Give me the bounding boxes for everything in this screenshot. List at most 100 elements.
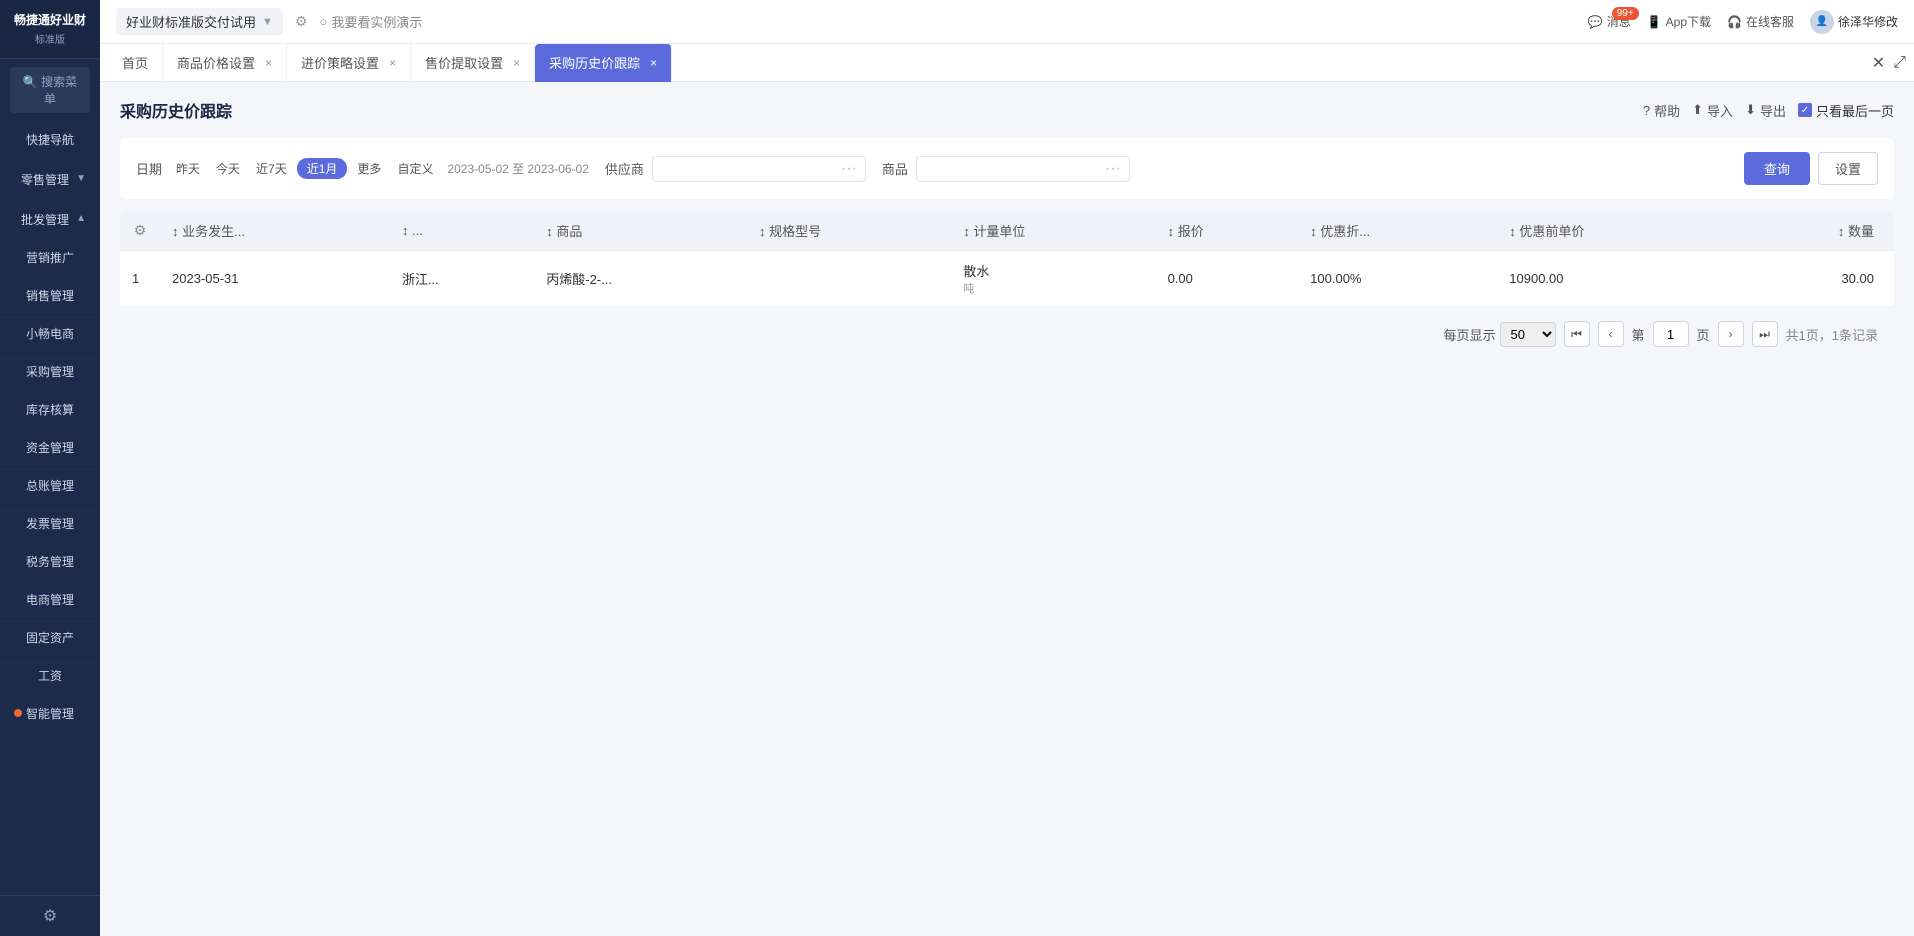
topbar-settings-icon[interactable]: ⚙ bbox=[295, 13, 308, 30]
retail-arrow: ▼ bbox=[76, 173, 86, 184]
page-total: 共1页，1条记录 bbox=[1786, 325, 1878, 344]
online-service-button[interactable]: 🎧 在线客服 bbox=[1727, 13, 1794, 30]
sidebar-item-inventory[interactable]: 库存核算 bbox=[0, 391, 100, 429]
settings-button[interactable]: 设置 bbox=[1818, 152, 1878, 185]
help-link[interactable]: ? 帮助 bbox=[1643, 101, 1680, 120]
invoice-label: 发票管理 bbox=[26, 515, 74, 532]
query-button[interactable]: 查询 bbox=[1744, 152, 1810, 185]
wholesale-label: 批发管理 bbox=[14, 211, 76, 228]
sidebar-gear-button[interactable]: ⚙ bbox=[43, 906, 57, 926]
tab-history-price-close[interactable]: × bbox=[650, 56, 657, 70]
version-selector[interactable]: 好业财标准版交付试用 ▼ bbox=[116, 8, 283, 35]
th-discount[interactable]: ↕ 优惠折... bbox=[1298, 211, 1497, 251]
th-goods[interactable]: ↕ 商品 bbox=[534, 211, 747, 251]
sidebar-item-ecommerce[interactable]: 电商管理 bbox=[0, 581, 100, 619]
sidebar-item-invoice[interactable]: 发票管理 bbox=[0, 505, 100, 543]
sidebar-search-area[interactable]: 🔍 搜索菜单 bbox=[0, 59, 100, 121]
sidebar-item-retail[interactable]: 零售管理 ▼ bbox=[0, 159, 100, 199]
tab-expand-button[interactable]: ⤢ bbox=[1893, 54, 1906, 72]
tab-history-price[interactable]: 采购历史价跟踪 × bbox=[535, 44, 672, 82]
th-spec[interactable]: ↕ 规格型号 bbox=[747, 211, 951, 251]
tab-sale-price-close[interactable]: × bbox=[513, 56, 520, 70]
sidebar-item-sales[interactable]: 销售管理 bbox=[0, 277, 100, 315]
supplier-input-wrap[interactable]: ··· bbox=[652, 156, 866, 182]
user-info[interactable]: 👤 徐泽华修改 bbox=[1810, 10, 1898, 34]
tab-purchase-strategy-label: 进价策略设置 bbox=[301, 53, 379, 72]
sidebar-item-ecommerce-small[interactable]: 小畅电商 bbox=[0, 315, 100, 353]
page-first-button[interactable]: ⏮ bbox=[1564, 321, 1590, 347]
date-btn-today[interactable]: 今天 bbox=[210, 158, 246, 179]
filter-row: 日期 昨天 今天 近7天 近1月 更多 自定义 2023-05-02 至 202… bbox=[136, 152, 1878, 185]
th-quote[interactable]: ↕ 报价 bbox=[1156, 211, 1299, 251]
cell-date: 2023-05-31 bbox=[160, 251, 390, 307]
date-btn-7days[interactable]: 近7天 bbox=[250, 158, 293, 179]
tab-sale-price-label: 售价提取设置 bbox=[425, 53, 503, 72]
pagination: 每页显示 10 20 50 100 ⏮ ‹ 第 页 › ⏭ 共1页，1条记录 bbox=[120, 307, 1894, 361]
goods-input[interactable] bbox=[925, 161, 1101, 176]
date-btn-custom[interactable]: 自定义 bbox=[391, 158, 439, 179]
date-btn-yesterday[interactable]: 昨天 bbox=[170, 158, 206, 179]
table-header-row: ⚙ ↕ 业务发生... ↕ ... ↕ 商品 ↕ 规格型号 ↕ 计量单位 ↕ 报… bbox=[120, 211, 1894, 251]
page-last-button[interactable]: ⏭ bbox=[1752, 321, 1778, 347]
th-quote-label: ↕ 报价 bbox=[1168, 224, 1204, 239]
app-download-button[interactable]: 📱 App下载 bbox=[1647, 13, 1711, 30]
goods-ellipsis-icon[interactable]: ··· bbox=[1105, 160, 1121, 178]
sidebar-item-purchase[interactable]: 采购管理 bbox=[0, 353, 100, 391]
export-link[interactable]: ⬇ 导出 bbox=[1745, 101, 1786, 120]
sidebar-item-tax[interactable]: 税务管理 bbox=[0, 543, 100, 581]
supplier-input[interactable] bbox=[661, 161, 837, 176]
tab-price-close[interactable]: × bbox=[265, 56, 272, 70]
tab-close-all-button[interactable]: ✕ bbox=[1872, 53, 1885, 73]
th-unit[interactable]: ↕ 计量单位 bbox=[951, 211, 1155, 251]
tab-price[interactable]: 商品价格设置 × bbox=[163, 44, 287, 82]
th-price-before-label: ↕ 优惠前单价 bbox=[1509, 224, 1584, 239]
th-settings[interactable]: ⚙ bbox=[120, 211, 160, 251]
page-size-select[interactable]: 每页显示 10 20 50 100 bbox=[1443, 322, 1555, 347]
search-menu-button[interactable]: 🔍 搜索菜单 bbox=[10, 67, 90, 113]
demo-link[interactable]: ○ 我要看实例演示 bbox=[319, 12, 422, 31]
ecommerce-small-label: 小畅电商 bbox=[26, 325, 74, 342]
date-btn-more[interactable]: 更多 bbox=[351, 158, 387, 179]
main-area: 好业财标准版交付试用 ▼ ⚙ ○ 我要看实例演示 💬 消息 99+ 📱 App下… bbox=[100, 0, 1914, 936]
tab-purchase-strategy[interactable]: 进价策略设置 × bbox=[287, 44, 411, 82]
sidebar-item-marketing[interactable]: 营销推广 bbox=[0, 239, 100, 277]
sidebar-item-fixed-assets[interactable]: 固定资产 bbox=[0, 619, 100, 657]
only-last-checkbox-wrap[interactable]: ✓ 只看最后一页 bbox=[1798, 101, 1894, 120]
goods-input-wrap[interactable]: ··· bbox=[916, 156, 1130, 182]
sidebar-item-salary[interactable]: 工资 bbox=[0, 657, 100, 695]
th-quantity[interactable]: ↕ 数量 bbox=[1732, 211, 1894, 251]
page-title: 采购历史价跟踪 bbox=[120, 98, 232, 122]
sidebar-item-account[interactable]: 总账管理 bbox=[0, 467, 100, 505]
table-gear-icon: ⚙ bbox=[134, 222, 147, 238]
tab-sale-price[interactable]: 售价提取设置 × bbox=[411, 44, 535, 82]
filter-area: 日期 昨天 今天 近7天 近1月 更多 自定义 2023-05-02 至 202… bbox=[120, 138, 1894, 199]
sidebar-item-wholesale[interactable]: 批发管理 ▲ bbox=[0, 199, 100, 239]
sidebar-item-quick-nav[interactable]: 快捷导航 bbox=[0, 121, 100, 159]
th-price-before[interactable]: ↕ 优惠前单价 bbox=[1497, 211, 1732, 251]
messages-button[interactable]: 💬 消息 99+ bbox=[1588, 13, 1631, 30]
demo-label: 我要看实例演示 bbox=[331, 12, 422, 31]
sidebar-item-smart[interactable]: 智能管理 bbox=[0, 695, 100, 733]
tab-purchase-strategy-close[interactable]: × bbox=[389, 56, 396, 70]
cell-quantity: 30.00 bbox=[1732, 251, 1894, 307]
only-last-checkbox[interactable]: ✓ bbox=[1798, 103, 1812, 117]
retail-label: 零售管理 bbox=[14, 171, 76, 188]
page-number-input[interactable] bbox=[1653, 321, 1689, 347]
help-label: 帮助 bbox=[1654, 101, 1680, 120]
per-page-dropdown[interactable]: 10 20 50 100 bbox=[1500, 322, 1556, 347]
th-more[interactable]: ↕ ... bbox=[390, 211, 534, 251]
th-discount-label: ↕ 优惠折... bbox=[1310, 224, 1370, 239]
tab-home[interactable]: 首页 bbox=[108, 44, 163, 82]
app-download-icon: 📱 bbox=[1647, 15, 1662, 29]
page-actions: ? 帮助 ⬆ 导入 ⬇ 导出 ✓ 只看最后一页 bbox=[1643, 101, 1894, 120]
supplier-ellipsis-icon[interactable]: ··· bbox=[841, 160, 857, 178]
tabs-bar: 首页 商品价格设置 × 进价策略设置 × 售价提取设置 × 采购历史价跟踪 × … bbox=[100, 44, 1914, 82]
avatar: 👤 bbox=[1810, 10, 1834, 34]
page-next-button[interactable]: › bbox=[1718, 321, 1744, 347]
cell-more: 浙江... bbox=[390, 251, 534, 307]
sidebar-item-finance[interactable]: 资金管理 bbox=[0, 429, 100, 467]
page-prev-button[interactable]: ‹ bbox=[1598, 321, 1624, 347]
date-btn-1month[interactable]: 近1月 bbox=[297, 158, 348, 179]
th-date[interactable]: ↕ 业务发生... bbox=[160, 211, 390, 251]
import-link[interactable]: ⬆ 导入 bbox=[1692, 101, 1733, 120]
